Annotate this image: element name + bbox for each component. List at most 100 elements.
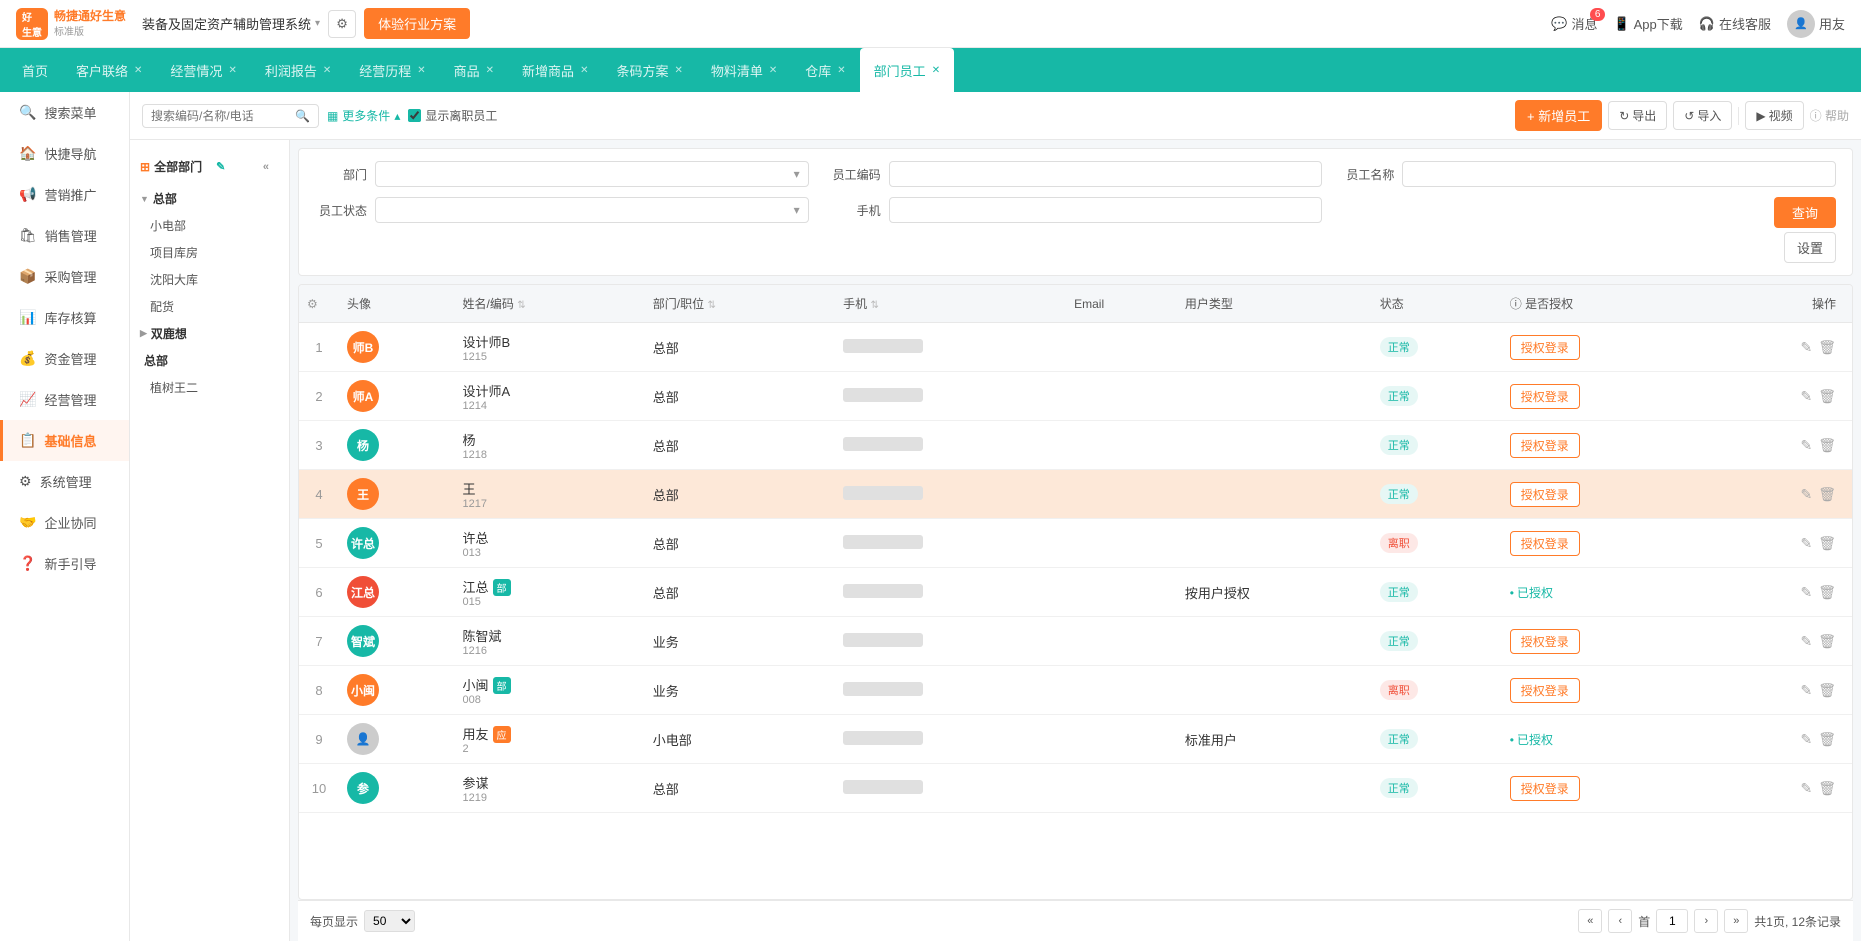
last-page-button[interactable]: » [1724,909,1748,933]
setting-button[interactable]: 设置 [1784,232,1836,263]
dept-item-zhishuwang[interactable]: 植树王二 [130,374,289,401]
sidebar-item-operation[interactable]: 📈 经营管理 [0,379,129,420]
search-button[interactable]: 查询 [1774,197,1836,228]
show-resigned-checkbox[interactable] [408,109,421,122]
sidebar-item-inventory[interactable]: 📊 库存核算 [0,297,129,338]
tab-operation[interactable]: 经营情况✕ [156,48,250,92]
tab-close-department[interactable]: ✕ [932,65,940,76]
more-filters-button[interactable]: ▦ 更多条件 ▴ [327,107,400,124]
tab-goods[interactable]: 商品✕ [440,48,508,92]
sidebar-item-enterprise[interactable]: 🤝 企业协同 [0,502,129,543]
tab-add-goods[interactable]: 新增商品✕ [508,48,602,92]
dept-group-zongbu2[interactable]: 总部 [130,347,289,374]
delete-icon[interactable]: 🗑 [1818,780,1836,797]
tab-history[interactable]: 经营历程✕ [345,48,439,92]
prev-page-button[interactable]: ‹ [1608,909,1632,933]
col-name-sort-icon[interactable]: ⇅ [517,300,525,311]
online-service-button[interactable]: 🎧 在线客服 [1699,14,1771,33]
show-resigned-label[interactable]: 显示离职员工 [408,107,497,124]
tab-profit[interactable]: 利润报告✕ [251,48,345,92]
delete-icon[interactable]: 🗑 [1818,682,1836,699]
filter-code-input[interactable] [889,161,1323,187]
tab-customer[interactable]: 客户联络✕ [62,48,156,92]
sidebar-item-guide[interactable]: ❓ 新手引导 [0,543,129,584]
search-icon[interactable]: 🔍 [295,109,310,123]
dept-item-xiaodianbu[interactable]: 小电部 [130,212,289,239]
trial-button[interactable]: 体验行业方案 [364,8,470,39]
export-button[interactable]: ↻ 导出 [1608,101,1667,130]
edit-icon[interactable]: ✎ [1800,535,1812,552]
system-dropdown-icon[interactable]: ▾ [315,18,320,29]
col-phone-sort-icon[interactable]: ⇅ [870,300,878,311]
message-button[interactable]: 💬 消息 6 [1551,14,1597,33]
filter-phone-input[interactable] [889,197,1323,223]
tab-close-warehouse[interactable]: ✕ [837,65,845,76]
tab-close-bom[interactable]: ✕ [769,65,777,76]
user-area[interactable]: 👤 用友 [1787,10,1845,38]
filter-name-input[interactable] [1402,161,1836,187]
delete-icon[interactable]: 🗑 [1818,535,1836,552]
first-page-button[interactable]: « [1578,909,1602,933]
dept-collapse-icon[interactable]: « [253,155,279,179]
col-dept-position[interactable]: 部门/职位 ⇅ [645,285,835,323]
delete-icon[interactable]: 🗑 [1818,633,1836,650]
tab-close-profit[interactable]: ✕ [323,65,331,76]
filter-dept-select[interactable]: ▾ [375,161,809,187]
dept-edit-icon[interactable]: ✎ [206,154,235,179]
sidebar-item-system[interactable]: ⚙ 系统管理 [0,461,129,502]
help-button[interactable]: ⓘ 帮助 [1810,107,1849,124]
col-settings[interactable]: ⚙ [299,285,339,323]
sidebar-item-purchase[interactable]: 📦 采购管理 [0,256,129,297]
tab-home[interactable]: 首页 [8,48,62,92]
delete-icon[interactable]: 🗑 [1818,437,1836,454]
auth-button[interactable]: 授权登录 [1510,335,1580,360]
col-name-code[interactable]: 姓名/编码 ⇅ [455,285,645,323]
import-button[interactable]: ↺ 导入 [1673,101,1732,130]
dept-item-xiangmukufang[interactable]: 项目库房 [130,239,289,266]
tab-close-barcode[interactable]: ✕ [674,65,682,76]
edit-icon[interactable]: ✎ [1800,388,1812,405]
delete-icon[interactable]: 🗑 [1818,486,1836,503]
tab-barcode[interactable]: 条码方案✕ [602,48,696,92]
edit-icon[interactable]: ✎ [1800,339,1812,356]
sidebar-item-quicknav[interactable]: 🏠 快捷导航 [0,133,129,174]
auth-button[interactable]: 授权登录 [1510,384,1580,409]
col-phone[interactable]: 手机 ⇅ [835,285,1066,323]
auth-button[interactable]: 授权登录 [1510,531,1580,556]
view-button[interactable]: ▶ 视频 [1745,101,1803,130]
app-download-button[interactable]: 📱 App下载 [1613,14,1682,33]
edit-icon[interactable]: ✎ [1800,780,1812,797]
filter-status-select[interactable]: ▾ [375,197,809,223]
edit-icon[interactable]: ✎ [1800,731,1812,748]
search-input[interactable] [151,109,291,123]
sidebar-item-sales[interactable]: 🛍 销售管理 [0,215,129,256]
auth-button[interactable]: 授权登录 [1510,678,1580,703]
auth-button[interactable]: 授权登录 [1510,433,1580,458]
sidebar-item-search[interactable]: 🔍 搜索菜单 [0,92,129,133]
edit-icon[interactable]: ✎ [1800,486,1812,503]
sidebar-item-finance[interactable]: 💰 资金管理 [0,338,129,379]
tab-close-customer[interactable]: ✕ [134,65,142,76]
tab-close-add-goods[interactable]: ✕ [580,65,588,76]
tab-bom[interactable]: 物料清单✕ [697,48,791,92]
auth-button[interactable]: 授权登录 [1510,482,1580,507]
add-employee-button[interactable]: + 新增员工 [1515,100,1602,131]
auth-button[interactable]: 授权登录 [1510,629,1580,654]
dept-item-peihuo[interactable]: 配货 [130,293,289,320]
tab-warehouse[interactable]: 仓库✕ [791,48,859,92]
per-page-select[interactable]: 50 100 200 [364,910,415,932]
col-dept-sort-icon[interactable]: ⇅ [707,300,715,311]
delete-icon[interactable]: 🗑 [1818,388,1836,405]
dept-item-shenyang[interactable]: 沈阳大库 [130,266,289,293]
gear-button[interactable]: ⚙ [328,10,356,38]
dept-group-zongbu[interactable]: ▼ 总部 [130,185,289,212]
edit-icon[interactable]: ✎ [1800,633,1812,650]
tab-close-history[interactable]: ✕ [417,65,425,76]
delete-icon[interactable]: 🗑 [1818,339,1836,356]
delete-icon[interactable]: 🗑 [1818,731,1836,748]
sidebar-item-basic-info[interactable]: 📋 基础信息 [0,420,129,461]
delete-icon[interactable]: 🗑 [1818,584,1836,601]
edit-icon[interactable]: ✎ [1800,437,1812,454]
page-number-input[interactable] [1656,909,1688,933]
tab-department[interactable]: 部门员工✕ [860,48,954,92]
